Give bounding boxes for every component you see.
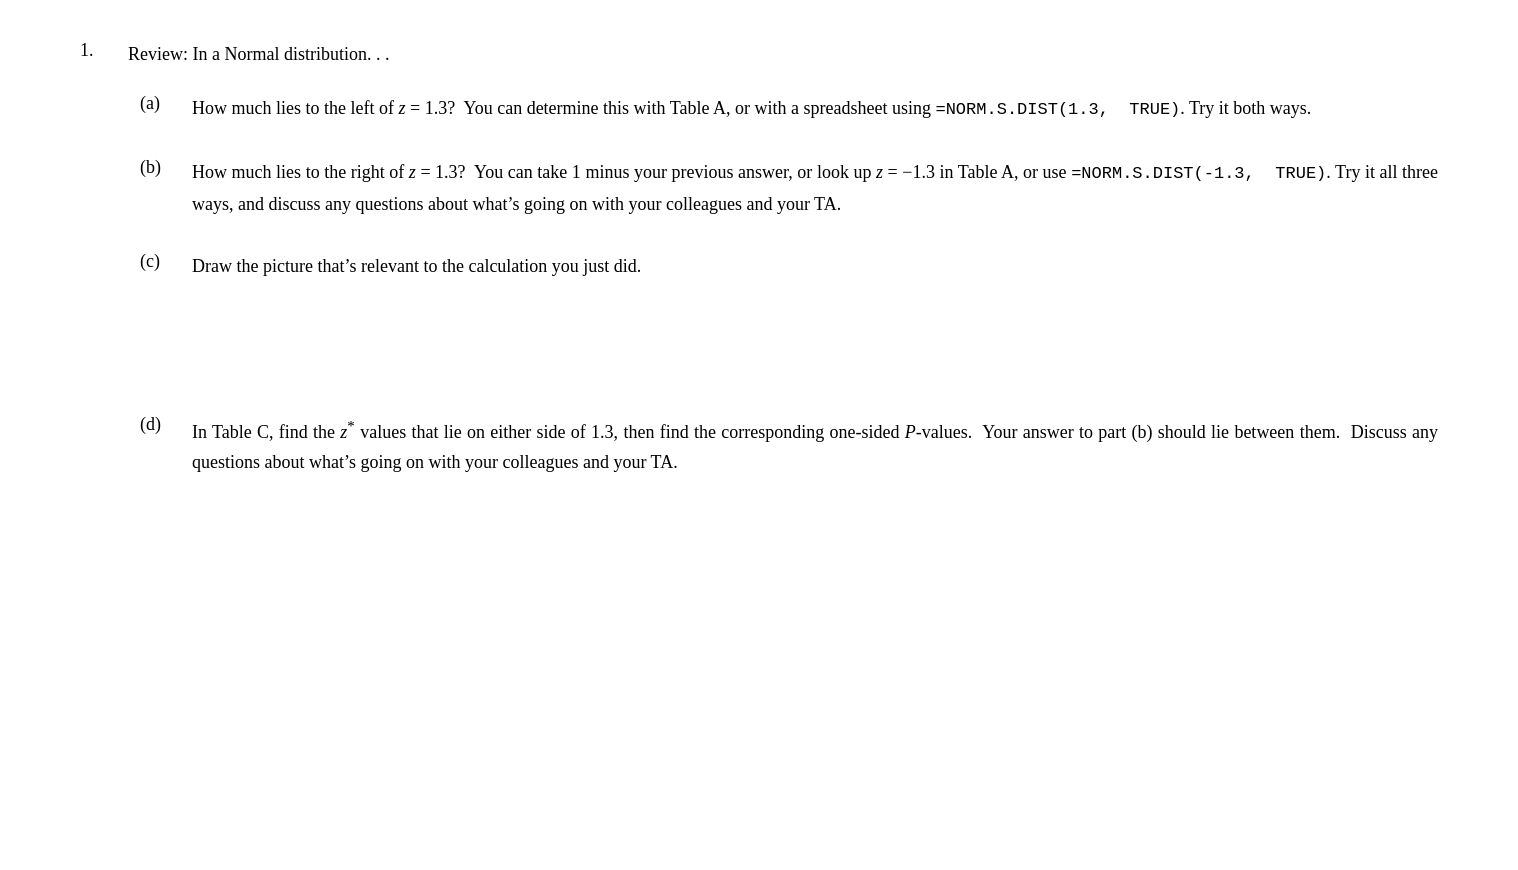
sub-problem-d: (d) In Table C, find the z* values that … xyxy=(140,414,1438,478)
sub-label-d: (d) xyxy=(140,414,192,435)
sub-label-c: (c) xyxy=(140,251,192,272)
formula-b: =NORM.S.DIST(-1.3, TRUE) xyxy=(1071,164,1326,183)
p-var: P xyxy=(905,422,916,442)
z-var-b2: z xyxy=(876,162,883,182)
z-var-a: z xyxy=(398,98,405,118)
sub-text-d: In Table C, find the z* values that lie … xyxy=(192,414,1438,478)
sub-content-a: How much lies to the left of z = 1.3? Yo… xyxy=(192,93,1438,125)
sub-text-c: Draw the picture that’s relevant to the … xyxy=(192,251,1438,282)
problem-title: 1. Review: In a Normal distribution. . . xyxy=(80,40,1438,69)
sub-label-b: (b) xyxy=(140,157,192,178)
formula-a: =NORM.S.DIST(1.3, TRUE) xyxy=(935,100,1180,119)
sub-problem-b: (b) How much lies to the right of z = 1.… xyxy=(140,157,1438,219)
sub-content-b: How much lies to the right of z = 1.3? Y… xyxy=(192,157,1438,219)
sub-content-c: Draw the picture that’s relevant to the … xyxy=(192,251,1438,282)
sub-label-a: (a) xyxy=(140,93,192,114)
sub-problem-a: (a) How much lies to the left of z = 1.3… xyxy=(140,93,1438,125)
sub-content-d: In Table C, find the z* values that lie … xyxy=(192,414,1438,478)
sub-problems: (a) How much lies to the left of z = 1.3… xyxy=(140,93,1438,478)
problem-title-text: Review: In a Normal distribution. . . xyxy=(128,40,389,69)
blank-space-c xyxy=(140,314,1438,414)
sub-problem-c: (c) Draw the picture that’s relevant to … xyxy=(140,251,1438,282)
sub-text-a: How much lies to the left of z = 1.3? Yo… xyxy=(192,93,1438,125)
problem-container: 1. Review: In a Normal distribution. . .… xyxy=(80,40,1438,478)
z-var-b1: z xyxy=(409,162,416,182)
z-star-sup: * xyxy=(347,418,355,434)
sub-text-b: How much lies to the right of z = 1.3? Y… xyxy=(192,157,1438,219)
problem-number: 1. xyxy=(80,40,128,61)
